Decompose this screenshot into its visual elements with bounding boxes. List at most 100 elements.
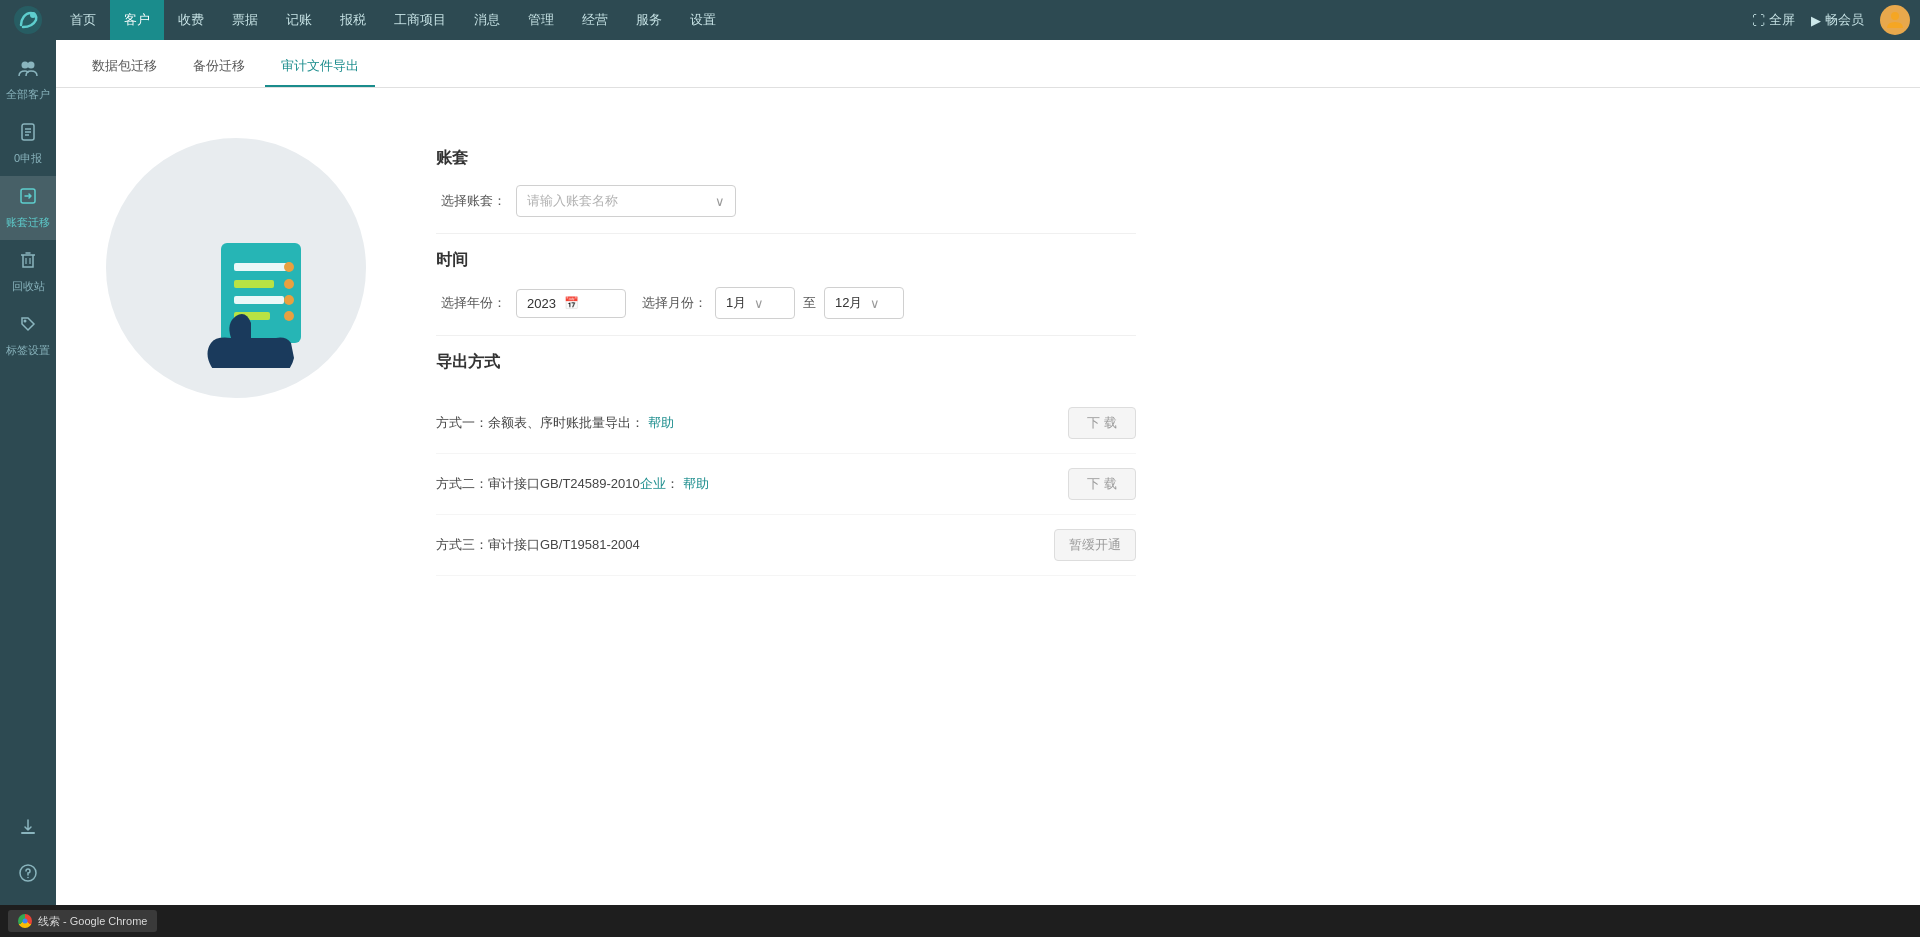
export-section: 方式一：余额表、序时账批量导出：帮助 下 载 方式二：审计接口GB/T24589… (436, 393, 1136, 576)
svg-point-25 (284, 311, 294, 321)
sidebar-label-all-clients: 全部客户 (6, 87, 50, 102)
top-nav: 首页 客户 收费 票据 记账 报税 工商项目 消息 管理 经营 服务 设置 ⛶ … (0, 0, 1920, 40)
right-panel: 账套 选择账套： 请输入账套名称 ∨ 时间 选择年份： 2023 (436, 128, 1136, 576)
sidebar-bottom (0, 807, 56, 905)
zero-report-icon (18, 122, 38, 147)
sidebar-download[interactable] (0, 807, 56, 849)
nav-manage[interactable]: 管理 (514, 0, 568, 40)
method1-download-button[interactable]: 下 载 (1068, 407, 1136, 439)
sidebar-item-all-clients[interactable]: 全部客户 (0, 48, 56, 112)
play-icon: ▶ (1811, 13, 1821, 28)
month-end-value: 12月 (835, 294, 862, 312)
fullscreen-label: 全屏 (1769, 11, 1795, 29)
year-label: 选择年份： (436, 294, 506, 312)
method2-label: 方式二：审计接口GB/T24589-2010企业：帮助 (436, 475, 709, 493)
time-controls: 2023 📅 选择月份： 1月 ∨ 至 12月 ∨ (516, 287, 904, 319)
nav-accounting[interactable]: 记账 (272, 0, 326, 40)
sidebar-label-zero-report: 0申报 (14, 151, 42, 166)
export-method-2: 方式二：审计接口GB/T24589-2010企业：帮助 下 载 (436, 454, 1136, 515)
export-section-title: 导出方式 (436, 352, 1136, 373)
method2-help-link[interactable]: 帮助 (683, 476, 709, 491)
nav-business[interactable]: 工商项目 (380, 0, 460, 40)
method2-colon: ： (666, 476, 679, 491)
method1-help-link[interactable]: 帮助 (648, 415, 674, 430)
member-label: 畅会员 (1825, 11, 1864, 29)
sidebar-label-tag-settings: 标签设置 (6, 343, 50, 358)
left-sidebar: 全部客户 0申报 账套迁移 (0, 40, 56, 905)
member-button[interactable]: ▶ 畅会员 (1811, 11, 1864, 29)
account-migrate-icon (18, 186, 38, 211)
main-layout: 全部客户 0申报 账套迁移 (0, 40, 1920, 905)
export-method-3: 方式三：审计接口GB/T19581-2004 暂缓开通 (436, 515, 1136, 576)
calendar-icon: 📅 (564, 296, 579, 310)
nav-invoice[interactable]: 票据 (218, 0, 272, 40)
nav-fee[interactable]: 收费 (164, 0, 218, 40)
content-area: 数据包迁移 备份迁移 审计文件导出 (56, 40, 1920, 905)
svg-point-1 (30, 12, 36, 18)
fullscreen-button[interactable]: ⛶ 全屏 (1752, 11, 1795, 29)
nav-home[interactable]: 首页 (56, 0, 110, 40)
divider-2 (436, 335, 1136, 336)
account-select[interactable]: 请输入账套名称 ∨ (516, 185, 736, 217)
svg-rect-20 (234, 296, 284, 304)
tab-audit-export[interactable]: 审计文件导出 (265, 47, 375, 87)
to-separator: 至 (803, 294, 816, 312)
illustration-circle (106, 138, 366, 398)
month-start-select[interactable]: 1月 ∨ (715, 287, 795, 319)
month-label: 选择月份： (642, 294, 707, 312)
fullscreen-icon: ⛶ (1752, 13, 1765, 28)
export-method-1: 方式一：余额表、序时账批量导出：帮助 下 载 (436, 393, 1136, 454)
nav-settings[interactable]: 设置 (676, 0, 730, 40)
sidebar-label-recycle: 回收站 (12, 279, 45, 294)
method1-label: 方式一：余额表、序时账批量导出：帮助 (436, 414, 674, 432)
sidebar-item-recycle[interactable]: 回收站 (0, 240, 56, 304)
sidebar-item-account-migrate[interactable]: 账套迁移 (0, 176, 56, 240)
help-icon (18, 863, 38, 885)
nav-right: ⛶ 全屏 ▶ 畅会员 (1752, 5, 1910, 35)
nav-service[interactable]: 服务 (622, 0, 676, 40)
sidebar-item-zero-report[interactable]: 0申报 (0, 112, 56, 176)
time-section-title: 时间 (436, 250, 1136, 271)
svg-rect-19 (234, 280, 274, 288)
account-row: 选择账套： 请输入账套名称 ∨ (436, 185, 1136, 217)
svg-point-16 (27, 877, 29, 879)
taskbar: 线索 - Google Chrome (0, 905, 1920, 937)
tab-backup-migration[interactable]: 备份迁移 (177, 47, 261, 87)
svg-rect-18 (234, 263, 288, 271)
chevron-down-icon-month-end: ∨ (870, 296, 880, 311)
svg-point-23 (284, 279, 294, 289)
method2-company-link[interactable]: 企业 (640, 476, 666, 491)
tab-data-migration[interactable]: 数据包迁移 (76, 47, 173, 87)
nav-message[interactable]: 消息 (460, 0, 514, 40)
account-label: 选择账套： (436, 192, 506, 210)
divider-1 (436, 233, 1136, 234)
user-avatar[interactable] (1880, 5, 1910, 35)
chevron-down-icon-month-start: ∨ (754, 296, 764, 311)
illustration-svg (136, 168, 336, 368)
taskbar-item-label: 线索 - Google Chrome (38, 914, 147, 929)
year-input[interactable]: 2023 📅 (516, 289, 626, 318)
nav-client[interactable]: 客户 (110, 0, 164, 40)
svg-point-3 (22, 62, 29, 69)
app-logo (10, 2, 46, 38)
chevron-down-icon: ∨ (715, 194, 725, 209)
method3-open-button[interactable]: 暂缓开通 (1054, 529, 1136, 561)
svg-point-24 (284, 295, 294, 305)
nav-operation[interactable]: 经营 (568, 0, 622, 40)
download-icon (18, 817, 38, 839)
method2-download-button[interactable]: 下 载 (1068, 468, 1136, 500)
sidebar-item-tag-settings[interactable]: 标签设置 (0, 304, 56, 368)
sidebar-help[interactable] (0, 853, 56, 895)
tabs-bar: 数据包迁移 备份迁移 审计文件导出 (56, 40, 1920, 88)
svg-point-4 (28, 62, 35, 69)
taskbar-chrome-item[interactable]: 线索 - Google Chrome (8, 910, 157, 932)
svg-point-13 (24, 320, 27, 323)
svg-point-0 (14, 6, 42, 34)
account-section-title: 账套 (436, 148, 1136, 169)
svg-point-2 (1891, 12, 1899, 20)
account-placeholder: 请输入账套名称 (527, 192, 618, 210)
nav-tax[interactable]: 报税 (326, 0, 380, 40)
illustration-wrap (96, 128, 376, 408)
recycle-icon (18, 250, 38, 275)
month-end-select[interactable]: 12月 ∨ (824, 287, 904, 319)
